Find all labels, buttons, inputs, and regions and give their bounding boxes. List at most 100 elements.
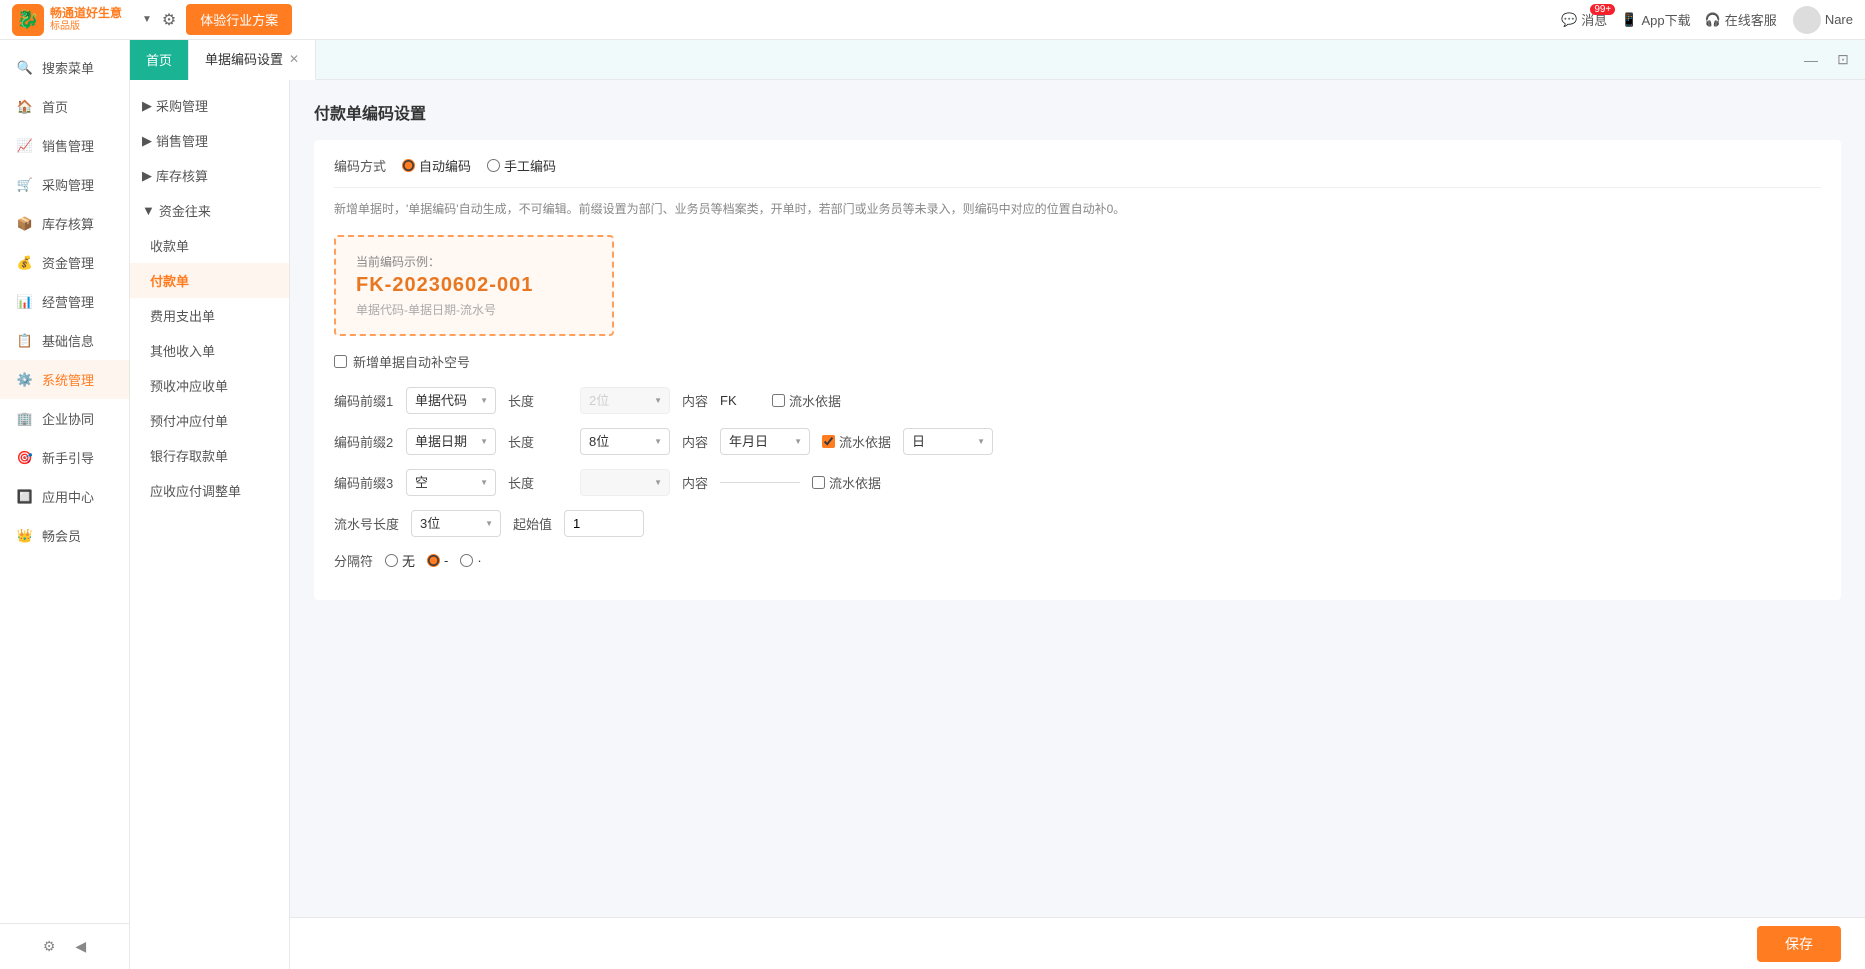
sub-item-prepay-ar[interactable]: 预收冲应收单 <box>130 368 289 403</box>
purchase-icon: 🛒 <box>16 176 34 194</box>
sub-group-purchase-title[interactable]: ▶ 采购管理 <box>130 88 289 123</box>
field-row-2: 编码前缀2 单据日期 长度 8位 <box>334 428 1821 455</box>
sidebar-item-member[interactable]: 👑 畅会员 <box>0 516 129 555</box>
sep-dot-input[interactable] <box>427 554 440 567</box>
serial2-checkbox-row[interactable]: 流水依据 <box>822 432 891 451</box>
online-service-btn[interactable]: 🎧 在线客服 <box>1705 10 1777 29</box>
sidebar-item-enterprise[interactable]: 🏢 企业协同 <box>0 399 129 438</box>
length3-select[interactable] <box>580 469 670 496</box>
length2-select[interactable]: 8位 <box>580 428 670 455</box>
prefix2-select[interactable]: 单据日期 <box>406 428 496 455</box>
main-content: 付款单编码设置 编码方式 自动编码 <box>290 80 1865 917</box>
sub-item-ar-ap-adjust[interactable]: 应收应付调整单 <box>130 473 289 508</box>
sep-dot2-radio[interactable]: · <box>460 553 481 568</box>
serial-start-input[interactable] <box>564 510 644 537</box>
auto-encode-input[interactable] <box>402 159 415 172</box>
auto-encode-radio[interactable]: 自动编码 <box>402 156 471 175</box>
settings-bottom-icon[interactable]: ⚙ <box>35 932 64 961</box>
sidebar-item-apps[interactable]: 🔲 应用中心 <box>0 477 129 516</box>
sidebar-item-search[interactable]: 🔍 搜索菜单 <box>0 48 129 87</box>
collapse-icon[interactable]: ◀ <box>67 932 94 961</box>
logo-chevron-icon[interactable]: ▼ <box>142 14 152 25</box>
sub-group-inventory: ▶ 库存核算 <box>130 158 289 193</box>
sub-item-prepay-ap[interactable]: 预付冲应付单 <box>130 403 289 438</box>
sidebar-sales-label: 销售管理 <box>42 136 94 155</box>
sub-item-payment[interactable]: 付款单 <box>130 263 289 298</box>
serial2-checkbox[interactable] <box>822 435 835 448</box>
user-area[interactable]: Nare <box>1793 6 1853 34</box>
tab-minimize-icon[interactable]: — <box>1797 46 1825 74</box>
sidebar-item-guide[interactable]: 🎯 新手引导 <box>0 438 129 477</box>
sidebar-item-system[interactable]: ⚙️ 系统管理 <box>0 360 129 399</box>
bottom-bar: 保存 <box>290 917 1865 969</box>
separator-label: 分隔符 <box>334 551 373 570</box>
prefix2-select-wrapper: 单据日期 <box>406 428 496 455</box>
sidebar-purchase-label: 采购管理 <box>42 175 94 194</box>
sidebar-item-finance[interactable]: 💰 资金管理 <box>0 243 129 282</box>
serial1-checkbox-row[interactable]: 流水依据 <box>772 391 841 410</box>
length1-select[interactable]: 2位 <box>580 387 670 414</box>
serial1-label: 流水依据 <box>789 391 841 410</box>
sidebar-bottom: ⚙ ◀ <box>0 923 129 969</box>
inventory-icon: 📦 <box>16 215 34 233</box>
sidebar-item-home[interactable]: 🏠 首页 <box>0 87 129 126</box>
content-area: 首页 单据编码设置 ✕ — ⊡ ▶ 采购管理 <box>130 40 1865 969</box>
serial-length-select[interactable]: 3位 4位 5位 <box>411 510 501 537</box>
sub-item-other-income[interactable]: 其他收入单 <box>130 333 289 368</box>
encoding-mode-label: 编码方式 <box>334 156 386 175</box>
experience-btn[interactable]: 体验行业方案 <box>186 4 292 35</box>
sub-group-finance-title[interactable]: ▼ 资金往来 <box>130 193 289 228</box>
content1-label: 内容 <box>682 391 708 410</box>
message-btn[interactable]: 💬 消息 99+ <box>1561 10 1607 29</box>
sep-none-radio[interactable]: 无 <box>385 551 415 570</box>
serial3-checkbox[interactable] <box>812 476 825 489</box>
sidebar-item-purchase[interactable]: 🛒 采购管理 <box>0 165 129 204</box>
sub-item-expense[interactable]: 费用支出单 <box>130 298 289 333</box>
content2-select-wrapper: 年月日 <box>720 428 810 455</box>
sidebar-item-basic[interactable]: 📋 基础信息 <box>0 321 129 360</box>
serial-start-label: 起始值 <box>513 514 552 533</box>
sub-group-sales-title[interactable]: ▶ 销售管理 <box>130 123 289 158</box>
hint-text: 新增单据时，'单据编码'自动生成，不可编辑。前缀设置为部门、业务员等档案类，开单… <box>334 200 1821 219</box>
manual-encode-radio[interactable]: 手工编码 <box>487 156 556 175</box>
sub-item-bank[interactable]: 银行存取款单 <box>130 438 289 473</box>
tab-close-icon[interactable]: ✕ <box>289 52 299 66</box>
chevron-right-sales-icon: ▶ <box>142 133 152 149</box>
auto-encode-label: 自动编码 <box>419 156 471 175</box>
sep-none-input[interactable] <box>385 554 398 567</box>
sep-dot-label: - <box>444 553 448 568</box>
content1-value: FK <box>720 393 760 408</box>
app-download-btn[interactable]: 📱 App下载 <box>1621 10 1690 29</box>
serial3-label: 流水依据 <box>829 473 881 492</box>
content2-select[interactable]: 年月日 <box>720 428 810 455</box>
tab-home[interactable]: 首页 <box>130 40 189 80</box>
sidebar-item-sales[interactable]: 📈 销售管理 <box>0 126 129 165</box>
tab-maximize-icon[interactable]: ⊡ <box>1829 46 1857 74</box>
serial-length-row: 流水号长度 3位 4位 5位 起始值 <box>334 510 1821 537</box>
serial3-checkbox-row[interactable]: 流水依据 <box>812 473 881 492</box>
sep-dot2-input[interactable] <box>460 554 473 567</box>
length3-select-wrapper <box>580 469 670 496</box>
logo-text: 畅通道好生意 标品版 <box>50 6 122 32</box>
encoding-mode-row: 编码方式 自动编码 手工编码 <box>334 156 1821 188</box>
auto-fill-checkbox[interactable] <box>334 355 347 368</box>
save-button[interactable]: 保存 <box>1757 926 1841 962</box>
sidebar-item-business[interactable]: 📊 经营管理 <box>0 282 129 321</box>
sidebar-item-inventory[interactable]: 📦 库存核算 <box>0 204 129 243</box>
gear-icon[interactable]: ⚙ <box>162 10 176 30</box>
tab-encoding-settings[interactable]: 单据编码设置 ✕ <box>189 40 316 80</box>
sub-item-receipt[interactable]: 收款单 <box>130 228 289 263</box>
auto-fill-label: 新增单据自动补空号 <box>353 352 470 371</box>
prefix3-select[interactable]: 空 <box>406 469 496 496</box>
avatar <box>1793 6 1821 34</box>
serial1-checkbox[interactable] <box>772 394 785 407</box>
sep-none-label: 无 <box>402 551 415 570</box>
manual-encode-input[interactable] <box>487 159 500 172</box>
serial2-cycle-select[interactable]: 日 月 年 <box>903 428 993 455</box>
prefix1-select[interactable]: 单据代码 <box>406 387 496 414</box>
sidebar-basic-label: 基础信息 <box>42 331 94 350</box>
sub-group-inventory-title[interactable]: ▶ 库存核算 <box>130 158 289 193</box>
member-icon: 👑 <box>16 527 34 545</box>
sep-dot-radio[interactable]: - <box>427 553 448 568</box>
main-layout: 🔍 搜索菜单 🏠 首页 📈 销售管理 🛒 采购管理 📦 库存核算 💰 资 <box>0 40 1865 969</box>
